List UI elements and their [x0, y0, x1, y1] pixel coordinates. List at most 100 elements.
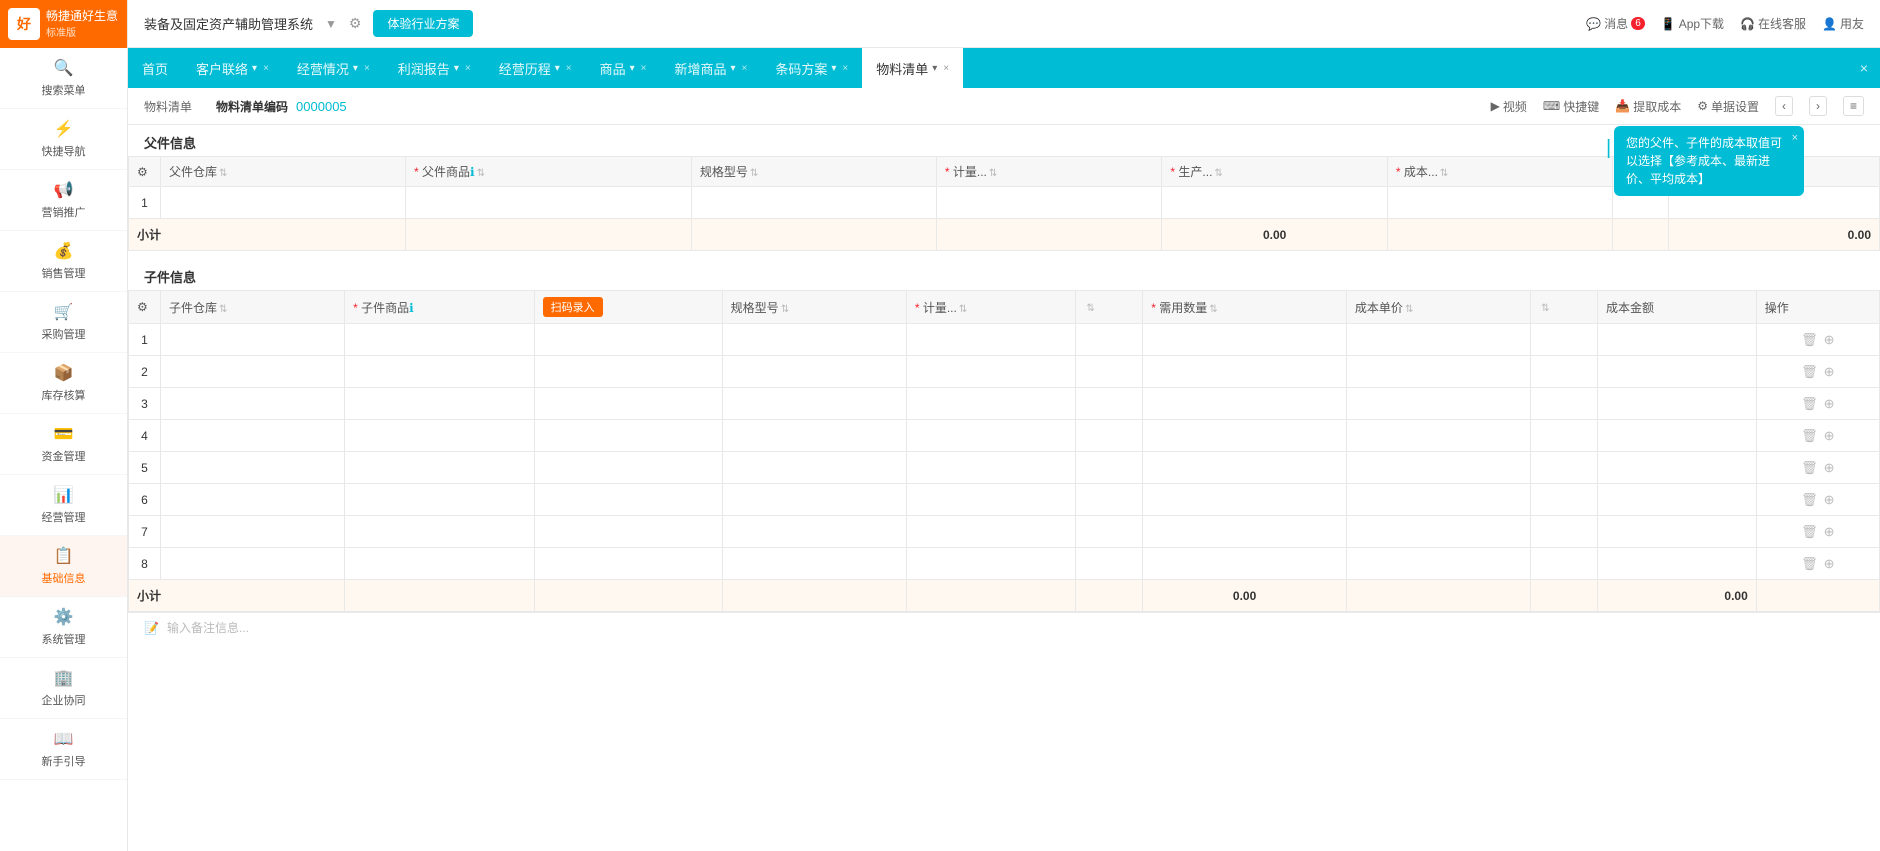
copy-icon[interactable]: ⊕ [1824, 332, 1835, 348]
copy-icon[interactable]: ⊕ [1824, 364, 1835, 380]
sidebar-item-guide[interactable]: 📖 新手引导 [0, 719, 127, 780]
close-all-tabs[interactable]: × [1848, 60, 1880, 76]
tab-close-icon[interactable]: × [364, 63, 370, 74]
child-spec-1[interactable] [722, 324, 906, 356]
copy-icon[interactable]: ⊕ [1824, 396, 1835, 412]
child-col-spec: 规格型号⇅ [722, 291, 906, 324]
delete-icon[interactable]: 🗑 [1801, 332, 1818, 348]
child-product-1[interactable] [345, 324, 534, 356]
child-unit-1[interactable] [906, 324, 1076, 356]
app-download-btn[interactable]: 📱 App下载 [1661, 15, 1724, 32]
tooltip-close-btn[interactable]: × [1792, 130, 1798, 147]
tab-operation[interactable]: 经营情况 ▾ × [283, 48, 384, 88]
video-icon: ▶ [1491, 99, 1500, 113]
sidebar-item-marketing[interactable]: 📢 营销推广 [0, 170, 127, 231]
tab-close-icon[interactable]: × [566, 63, 572, 74]
list-view-btn[interactable]: ≡ [1843, 96, 1864, 116]
parent-product-cell[interactable] [406, 187, 692, 219]
parent-subtotal-c3 [691, 219, 936, 251]
user-avatar[interactable]: 👤 用友 [1822, 15, 1864, 32]
topbar: 装备及固定资产辅助管理系统 ▼ ⚙ 体验行业方案 💬 消息 6 📱 App下载 … [128, 0, 1880, 48]
delete-icon[interactable]: 🗑 [1801, 396, 1818, 412]
sidebar-item-basic-info[interactable]: 📋 基础信息 [0, 536, 127, 597]
single-settings-btn[interactable]: ⚙ 单据设置 [1697, 98, 1759, 115]
delete-icon[interactable]: 🗑 [1801, 364, 1818, 380]
sidebar-item-finance[interactable]: 💳 资金管理 [0, 414, 127, 475]
logo-sub: 标准版 [46, 24, 118, 39]
parent-unit-cell[interactable] [936, 187, 1162, 219]
sidebar-item-label: 营销推广 [42, 204, 86, 220]
tab-close-icon[interactable]: × [641, 63, 647, 74]
parent-warehouse-cell[interactable] [161, 187, 406, 219]
parent-production-cell[interactable] [1162, 187, 1388, 219]
child-warehouse-2[interactable] [161, 356, 345, 388]
shortcut-btn[interactable]: ⌨ 快捷键 [1543, 98, 1599, 115]
child-scan-1 [534, 324, 722, 356]
child-warehouse-1[interactable] [161, 324, 345, 356]
trial-button[interactable]: 体验行业方案 [373, 10, 473, 37]
sidebar-item-system[interactable]: ⚙️ 系统管理 [0, 597, 127, 658]
copy-icon[interactable]: ⊕ [1824, 460, 1835, 476]
settings-icon[interactable]: ⚙ [349, 15, 362, 32]
copy-icon[interactable]: ⊕ [1824, 524, 1835, 540]
view-video-btn[interactable]: ▶ 视频 [1491, 98, 1527, 115]
child-unitcost-1[interactable] [1346, 324, 1530, 356]
tab-home[interactable]: 首页 [128, 48, 182, 88]
sidebar-item-quick-nav[interactable]: ⚡ 快捷导航 [0, 109, 127, 170]
delete-icon[interactable]: 🗑 [1801, 428, 1818, 444]
sidebar-item-sales[interactable]: 💰 销售管理 [0, 231, 127, 292]
sidebar-item-search[interactable]: 🔍 搜索菜单 [0, 48, 127, 109]
child-col-sort: ⇅ [1076, 291, 1143, 324]
note-placeholder[interactable]: 输入备注信息... [167, 619, 249, 636]
extract-cost-btn[interactable]: 📥 提取成本 [1615, 98, 1681, 115]
message-btn[interactable]: 💬 消息 6 [1586, 15, 1645, 32]
tab-history[interactable]: 经营历程 ▾ × [485, 48, 586, 88]
child-col-unit-cost: 成本单价⇅ [1346, 291, 1530, 324]
scan-input-btn[interactable]: 扫码录入 [543, 297, 603, 317]
online-service-btn[interactable]: 🎧 在线客服 [1740, 15, 1806, 32]
delete-icon[interactable]: 🗑 [1801, 492, 1818, 508]
tab-close-icon[interactable]: × [943, 63, 949, 74]
sidebar-item-label: 快捷导航 [42, 143, 86, 159]
parent-subtotal-c2 [406, 219, 692, 251]
delete-icon[interactable]: 🗑 [1801, 556, 1818, 572]
sidebar-item-inventory[interactable]: 📦 库存核算 [0, 353, 127, 414]
parent-cost-cell[interactable] [1387, 187, 1613, 219]
child-col-settings[interactable]: ⚙ [129, 291, 161, 324]
parent-col-production: * 生产...⇅ [1162, 157, 1388, 187]
delete-icon[interactable]: 🗑 [1801, 524, 1818, 540]
delete-icon[interactable]: 🗑 [1801, 460, 1818, 476]
parent-spec-cell[interactable] [691, 187, 936, 219]
copy-icon[interactable]: ⊕ [1824, 492, 1835, 508]
tab-new-product[interactable]: 新增商品 ▾ × [660, 48, 761, 88]
tab-customer[interactable]: 客户联络 ▾ × [182, 48, 283, 88]
breadcrumb-bom-list[interactable]: 物料清单 [144, 98, 192, 115]
sidebar-item-label: 企业协同 [42, 692, 86, 708]
copy-icon[interactable]: ⊕ [1824, 428, 1835, 444]
tab-profit[interactable]: 利润报告 ▾ × [384, 48, 485, 88]
child-subtotal-row: 小计 0.00 0.00 [129, 580, 1880, 612]
sidebar-item-purchase[interactable]: 🛒 采购管理 [0, 292, 127, 353]
tab-close-icon[interactable]: × [842, 63, 848, 74]
sidebar-item-enterprise[interactable]: 🏢 企业协同 [0, 658, 127, 719]
tab-close-icon[interactable]: × [465, 63, 471, 74]
system-title: 装备及固定资产辅助管理系统 [144, 14, 313, 33]
parent-col-settings[interactable]: ⚙ [129, 157, 161, 187]
sidebar-item-operation[interactable]: 📊 经营管理 [0, 475, 127, 536]
tab-close-icon[interactable]: × [263, 63, 269, 74]
topbar-dropdown-arrow[interactable]: ▼ [325, 17, 337, 31]
next-btn[interactable]: › [1809, 96, 1827, 116]
child-table: ⚙ 子件仓库⇅ * 子件商品ℹ 扫码录入 规格型号⇅ [128, 290, 1880, 612]
parent-col-unit: * 计量...⇅ [936, 157, 1162, 187]
child-qty-1[interactable] [1143, 324, 1347, 356]
online-service-label: 在线客服 [1758, 15, 1806, 32]
tab-product[interactable]: 商品 ▾ × [586, 48, 661, 88]
tab-close-icon[interactable]: × [742, 63, 748, 74]
tab-bom[interactable]: 物料清单 ▾ × [862, 48, 963, 88]
settings-label: 单据设置 [1711, 98, 1759, 115]
child-col-scan[interactable]: 扫码录入 [534, 291, 722, 324]
prev-btn[interactable]: ‹ [1775, 96, 1793, 116]
tab-barcode[interactable]: 条码方案 ▾ × [761, 48, 862, 88]
child-product-2[interactable] [345, 356, 534, 388]
copy-icon[interactable]: ⊕ [1824, 556, 1835, 572]
